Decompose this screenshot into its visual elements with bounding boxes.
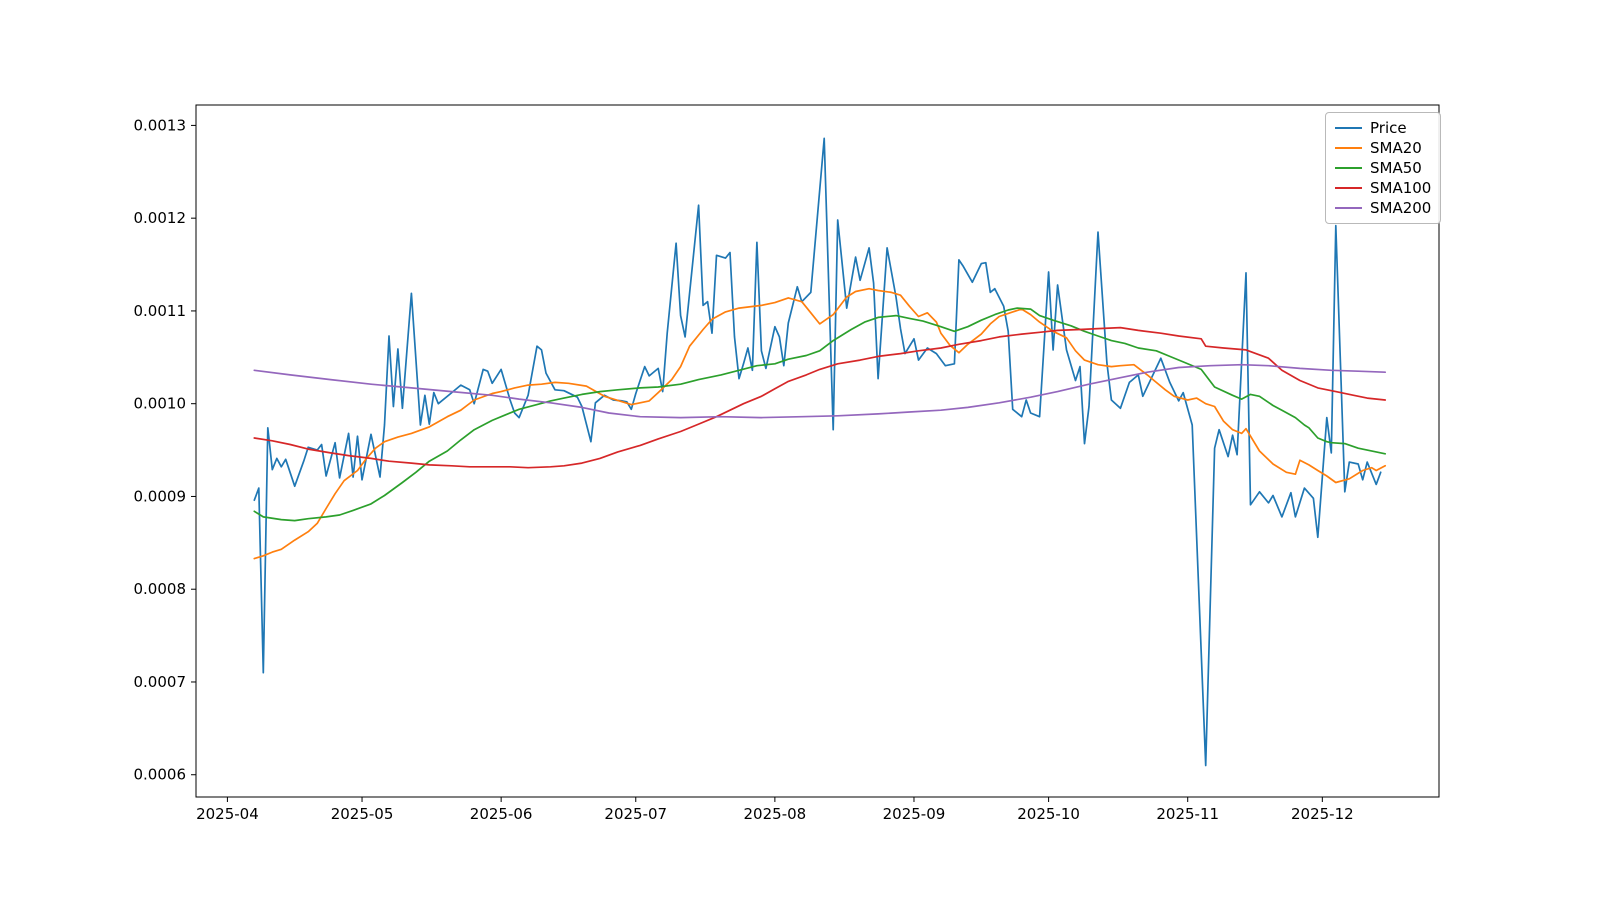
x-tick-label: 2025-11 [1156, 805, 1219, 823]
legend-item-sma20: SMA20 [1335, 138, 1431, 158]
legend-line-sample [1335, 167, 1362, 169]
y-tick-label: 0.0006 [134, 766, 187, 784]
legend-line-sample [1335, 187, 1362, 189]
series-line-price [253, 137, 1382, 767]
x-tick-label: 2025-04 [196, 805, 259, 823]
legend-item-price: Price [1335, 118, 1431, 138]
y-tick-label: 0.0007 [134, 673, 187, 691]
legend-line-sample [1335, 147, 1362, 149]
legend-line-sample [1335, 207, 1362, 209]
x-tick-label: 2025-12 [1291, 805, 1354, 823]
y-tick-label: 0.0010 [134, 395, 187, 413]
x-tick-label: 2025-08 [744, 805, 807, 823]
legend-item-sma200: SMA200 [1335, 198, 1431, 218]
x-tick-label: 2025-09 [883, 805, 946, 823]
x-tick-label: 2025-07 [604, 805, 667, 823]
series-line-sma20 [253, 287, 1387, 560]
legend-line-sample [1335, 127, 1362, 129]
y-tick-label: 0.0009 [134, 487, 187, 505]
y-tick-label: 0.0008 [134, 580, 187, 598]
y-tick-label: 0.0012 [134, 209, 187, 227]
series-line-sma50 [253, 307, 1387, 522]
legend-item-sma100: SMA100 [1335, 178, 1431, 198]
legend: Price SMA20 SMA50 SMA100 SMA200 [1325, 112, 1442, 224]
y-tick-label: 0.0011 [134, 302, 187, 320]
x-tick-label: 2025-06 [470, 805, 533, 823]
legend-label: SMA100 [1370, 179, 1432, 197]
legend-label: SMA20 [1370, 139, 1422, 157]
legend-label: SMA50 [1370, 159, 1422, 177]
legend-label: Price [1370, 119, 1407, 137]
legend-label: SMA200 [1370, 199, 1432, 217]
x-tick-label: 2025-05 [331, 805, 394, 823]
x-tick-label: 2025-10 [1017, 805, 1080, 823]
y-tick-label: 0.0013 [134, 116, 187, 134]
legend-item-sma50: SMA50 [1335, 158, 1431, 178]
chart-figure: 0.0006 0.0007 0.0008 0.0009 0.0010 0.0011 0.00… [0, 0, 1600, 900]
